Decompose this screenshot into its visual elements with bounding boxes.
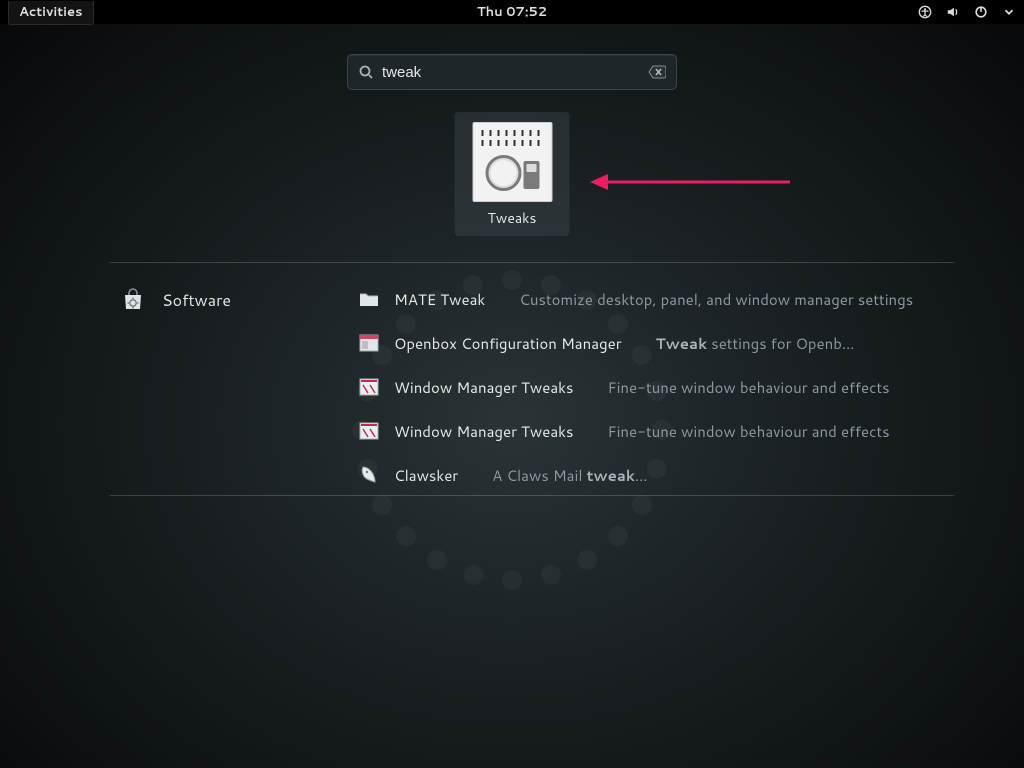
search-input[interactable] [382,64,648,81]
clear-search-button[interactable] [648,65,666,79]
openbox-icon [358,332,380,354]
software-results-list: MATE Tweak Customize desktop, panel, and… [358,284,954,490]
result-name: Window Manager Tweaks [394,377,573,398]
chevron-down-icon[interactable] [1002,5,1016,19]
search-box[interactable] [347,54,677,90]
annotation-arrow [590,170,790,190]
result-clawsker[interactable]: Clawsker A Claws Mail tweak… [358,460,954,490]
clock[interactable]: Thu 07:52 [477,3,547,21]
result-wm-tweaks-1[interactable]: Window Manager Tweaks Fine-tune window b… [358,372,954,402]
divider-top [110,262,954,263]
wm-tweaks-icon [358,376,380,398]
result-desc: A Claws Mail tweak… [492,465,647,486]
volume-icon[interactable] [946,5,960,19]
result-name: Window Manager Tweaks [394,421,573,442]
app-result-label: Tweaks [461,208,564,228]
clawsker-icon [358,464,380,486]
result-desc: Fine-tune window behaviour and effects [607,377,889,398]
folder-icon [358,288,380,310]
result-wm-tweaks-2[interactable]: Window Manager Tweaks Fine-tune window b… [358,416,954,446]
software-bag-icon [122,288,144,312]
tweaks-app-icon [472,122,552,202]
search-icon [358,64,374,80]
result-desc: Fine-tune window behaviour and effects [607,421,889,442]
clock-label: Thu 07:52 [477,3,547,21]
software-section-header[interactable]: Software [122,288,231,312]
divider-bottom [110,495,954,496]
result-openbox-config[interactable]: Openbox Configuration Manager Tweak sett… [358,328,954,358]
app-result-tweaks[interactable]: Tweaks [455,112,570,236]
accessibility-icon[interactable] [918,5,932,19]
result-name: MATE Tweak [394,289,485,310]
top-bar: Activities Thu 07:52 [0,0,1024,24]
result-name: Openbox Configuration Manager [394,333,622,354]
result-desc: Tweak settings for Openb… [656,333,855,354]
result-desc: Customize desktop, panel, and window man… [519,289,913,310]
result-mate-tweak[interactable]: MATE Tweak Customize desktop, panel, and… [358,284,954,314]
result-name: Clawsker [394,465,458,486]
wm-tweaks-icon [358,420,380,442]
power-icon[interactable] [974,5,988,19]
software-label: Software [162,289,231,312]
status-area[interactable] [918,5,1016,19]
activities-button[interactable]: Activities [8,1,94,25]
activities-label: Activities [19,3,83,21]
